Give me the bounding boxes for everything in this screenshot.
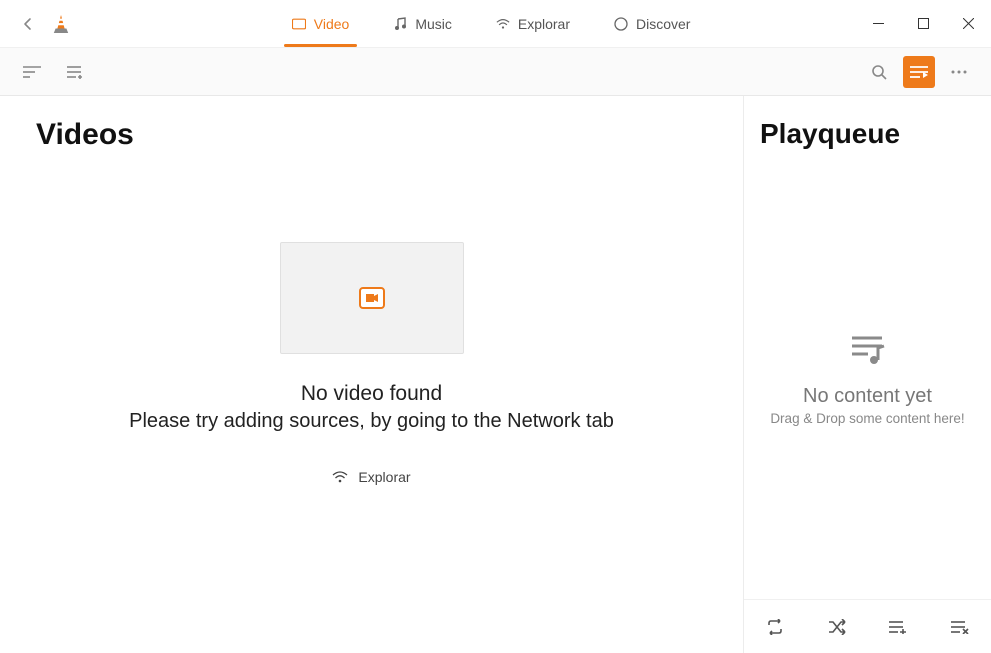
minimize-icon — [873, 18, 884, 29]
compass-icon — [614, 17, 628, 31]
music-icon — [393, 17, 407, 31]
queue-add-footer-button[interactable] — [878, 609, 918, 645]
content: Videos No video found Please try adding … — [0, 96, 991, 653]
empty-title: No video found — [301, 382, 442, 406]
playlist-music-icon — [850, 334, 886, 371]
vlc-logo-icon — [52, 14, 70, 34]
playqueue-toggle-button[interactable] — [903, 56, 935, 88]
queue-add-button[interactable] — [60, 56, 92, 88]
explore-link-label: Explorar — [358, 469, 410, 485]
repeat-button[interactable] — [755, 609, 795, 645]
playqueue-footer — [744, 599, 991, 653]
playqueue-panel: Playqueue No content yet Drag & Drop som… — [743, 96, 991, 653]
maximize-button[interactable] — [901, 0, 946, 47]
back-button[interactable] — [18, 14, 38, 34]
shuffle-button[interactable] — [817, 609, 857, 645]
arrow-left-icon — [20, 16, 36, 32]
playqueue-empty: No content yet Drag & Drop some content … — [760, 160, 975, 599]
close-button[interactable] — [946, 0, 991, 47]
playqueue-empty-sub: Drag & Drop some content here! — [770, 411, 964, 426]
title-bar: Video Music Explorar Discover — [0, 0, 991, 48]
empty-thumbnail — [280, 242, 464, 354]
empty-subtitle: Please try adding sources, by going to t… — [129, 410, 614, 433]
tab-video-label: Video — [314, 16, 350, 32]
minimize-button[interactable] — [856, 0, 901, 47]
sort-icon — [23, 65, 41, 79]
explore-link[interactable]: Explorar — [332, 469, 410, 485]
empty-state: No video found Please try adding sources… — [36, 152, 707, 631]
ellipsis-icon — [951, 70, 967, 74]
wifi-icon — [332, 471, 348, 483]
playqueue-empty-title: No content yet — [803, 385, 932, 408]
more-button[interactable] — [943, 56, 975, 88]
wifi-icon — [496, 17, 510, 31]
playlist-clear-icon — [951, 620, 969, 634]
tab-discover[interactable]: Discover — [596, 0, 708, 47]
repeat-icon — [766, 619, 784, 635]
camera-icon — [359, 287, 385, 309]
toolbar-left — [16, 56, 92, 88]
window-controls — [856, 0, 991, 47]
close-icon — [963, 18, 974, 29]
tab-video[interactable]: Video — [274, 0, 368, 47]
page-title: Videos — [36, 118, 707, 152]
tab-discover-label: Discover — [636, 16, 690, 32]
title-bar-left — [0, 14, 200, 34]
main-panel: Videos No video found Please try adding … — [0, 96, 743, 653]
playlist-icon — [910, 65, 928, 79]
search-icon — [871, 64, 887, 80]
search-button[interactable] — [863, 56, 895, 88]
playlist-add-icon — [67, 65, 85, 79]
tab-explore-label: Explorar — [518, 16, 570, 32]
tab-music-label: Music — [415, 16, 452, 32]
shuffle-icon — [828, 619, 846, 635]
toolbar-right — [863, 56, 975, 88]
playlist-add-icon — [889, 620, 907, 634]
toolbar — [0, 48, 991, 96]
playqueue-title: Playqueue — [760, 118, 975, 150]
video-icon — [292, 17, 306, 31]
main-tabs: Video Music Explorar Discover — [274, 0, 709, 47]
sort-button[interactable] — [16, 56, 48, 88]
queue-clear-button[interactable] — [940, 609, 980, 645]
tab-music[interactable]: Music — [375, 0, 470, 47]
tab-explore[interactable]: Explorar — [478, 0, 588, 47]
maximize-icon — [918, 18, 929, 29]
